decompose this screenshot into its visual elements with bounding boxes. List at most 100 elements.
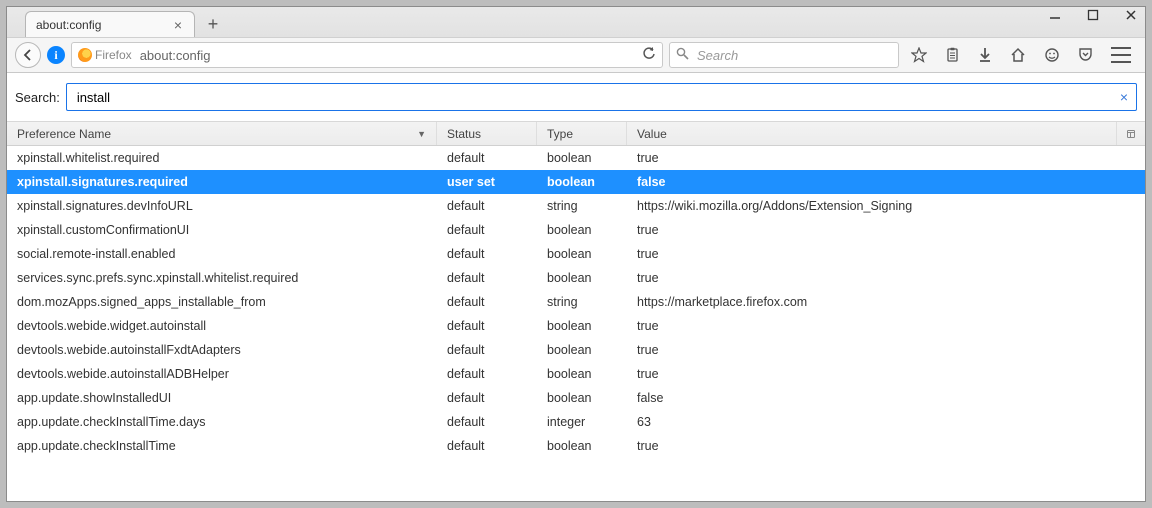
title-bar: about:config × +	[7, 7, 1145, 37]
cell-status: user set	[437, 175, 537, 189]
toolbar-icons	[905, 47, 1137, 63]
cell-type: boolean	[537, 175, 627, 189]
cell-type: boolean	[537, 271, 627, 285]
config-search-input[interactable]	[75, 89, 1120, 106]
config-search-field[interactable]: ×	[66, 83, 1137, 111]
table-row[interactable]: xpinstall.whitelist.requireddefaultboole…	[7, 146, 1145, 170]
col-type[interactable]: Type	[537, 122, 627, 145]
home-icon[interactable]	[1010, 47, 1026, 63]
cell-status: default	[437, 295, 537, 309]
cell-status: default	[437, 343, 537, 357]
cell-value: true	[627, 367, 1117, 381]
star-icon[interactable]	[911, 47, 927, 63]
cell-type: boolean	[537, 391, 627, 405]
close-window-icon[interactable]	[1125, 9, 1141, 21]
cell-value: https://marketplace.firefox.com	[627, 295, 1117, 309]
tab-title: about:config	[36, 18, 101, 32]
table-row[interactable]: xpinstall.customConfirmationUIdefaultboo…	[7, 218, 1145, 242]
col-preference-name[interactable]: Preference Name ▼	[7, 122, 437, 145]
new-tab-button[interactable]: +	[201, 12, 225, 36]
clipboard-icon[interactable]	[945, 47, 960, 63]
url-input[interactable]	[138, 47, 636, 64]
minimize-icon[interactable]	[1049, 9, 1065, 21]
cell-name: app.update.checkInstallTime.days	[7, 415, 437, 429]
col-status[interactable]: Status	[437, 122, 537, 145]
table-row[interactable]: services.sync.prefs.sync.xpinstall.white…	[7, 266, 1145, 290]
firefox-icon	[78, 48, 92, 62]
cell-status: default	[437, 271, 537, 285]
cell-value: 63	[627, 415, 1117, 429]
back-button[interactable]	[15, 42, 41, 68]
config-search-label: Search:	[15, 90, 60, 105]
cell-type: boolean	[537, 319, 627, 333]
table-row[interactable]: xpinstall.signatures.devInfoURLdefaultst…	[7, 194, 1145, 218]
close-tab-icon[interactable]: ×	[174, 18, 182, 32]
cell-value: https://wiki.mozilla.org/Addons/Extensio…	[627, 199, 1117, 213]
table-row[interactable]: app.update.checkInstallTimedefaultboolea…	[7, 434, 1145, 458]
about-config-content: Search: × Preference Name ▼ Status Type …	[7, 73, 1145, 501]
cell-value: true	[627, 223, 1117, 237]
search-bar[interactable]	[669, 42, 899, 68]
clear-search-icon[interactable]: ×	[1120, 89, 1128, 105]
table-row[interactable]: xpinstall.signatures.requireduser setboo…	[7, 170, 1145, 194]
menu-button[interactable]	[1111, 47, 1131, 63]
table-row[interactable]: app.update.showInstalledUIdefaultboolean…	[7, 386, 1145, 410]
nav-toolbar: i Firefox	[7, 37, 1145, 73]
brand-chip: Firefox	[78, 48, 132, 62]
table-row[interactable]: app.update.checkInstallTime.daysdefaulti…	[7, 410, 1145, 434]
table-row[interactable]: devtools.webide.autoinstallFxdtAdaptersd…	[7, 338, 1145, 362]
cell-type: boolean	[537, 367, 627, 381]
cell-value: true	[627, 151, 1117, 165]
cell-status: default	[437, 199, 537, 213]
preferences-table[interactable]: Preference Name ▼ Status Type Value xpin…	[7, 121, 1145, 501]
window-controls	[1049, 9, 1141, 21]
table-row[interactable]: devtools.webide.autoinstallADBHelperdefa…	[7, 362, 1145, 386]
reload-icon[interactable]	[642, 47, 656, 64]
smiley-icon[interactable]	[1044, 47, 1060, 63]
cell-status: default	[437, 151, 537, 165]
table-row[interactable]: devtools.webide.widget.autoinstalldefaul…	[7, 314, 1145, 338]
cell-name: social.remote-install.enabled	[7, 247, 437, 261]
cell-status: default	[437, 223, 537, 237]
cell-status: default	[437, 319, 537, 333]
cell-status: default	[437, 247, 537, 261]
pocket-icon[interactable]	[1078, 47, 1093, 63]
cell-name: devtools.webide.widget.autoinstall	[7, 319, 437, 333]
cell-type: integer	[537, 415, 627, 429]
table-row[interactable]: social.remote-install.enableddefaultbool…	[7, 242, 1145, 266]
cell-value: true	[627, 343, 1117, 357]
cell-type: boolean	[537, 223, 627, 237]
column-picker-icon[interactable]	[1117, 122, 1145, 145]
cell-status: default	[437, 391, 537, 405]
cell-value: false	[627, 175, 1117, 189]
identity-info-icon[interactable]: i	[47, 46, 65, 64]
cell-name: xpinstall.customConfirmationUI	[7, 223, 437, 237]
cell-status: default	[437, 367, 537, 381]
cell-name: xpinstall.signatures.required	[7, 175, 437, 189]
table-row[interactable]: dom.mozApps.signed_apps_installable_from…	[7, 290, 1145, 314]
cell-name: dom.mozApps.signed_apps_installable_from	[7, 295, 437, 309]
tab-about-config[interactable]: about:config ×	[25, 11, 195, 37]
config-search-row: Search: ×	[7, 73, 1145, 121]
cell-name: xpinstall.whitelist.required	[7, 151, 437, 165]
maximize-icon[interactable]	[1087, 9, 1103, 21]
search-icon	[676, 47, 689, 63]
cell-type: boolean	[537, 343, 627, 357]
cell-status: default	[437, 439, 537, 453]
cell-type: boolean	[537, 247, 627, 261]
cell-value: true	[627, 271, 1117, 285]
cell-value: false	[627, 391, 1117, 405]
cell-value: true	[627, 319, 1117, 333]
url-bar[interactable]: Firefox	[71, 42, 663, 68]
sort-indicator-icon: ▼	[417, 129, 426, 139]
cell-type: boolean	[537, 151, 627, 165]
cell-name: app.update.checkInstallTime	[7, 439, 437, 453]
cell-name: services.sync.prefs.sync.xpinstall.white…	[7, 271, 437, 285]
cell-name: devtools.webide.autoinstallADBHelper	[7, 367, 437, 381]
cell-name: devtools.webide.autoinstallFxdtAdapters	[7, 343, 437, 357]
cell-type: string	[537, 199, 627, 213]
download-icon[interactable]	[978, 47, 992, 63]
search-input[interactable]	[695, 47, 892, 64]
browser-window: about:config × + i Firefox	[6, 6, 1146, 502]
col-value[interactable]: Value	[627, 122, 1117, 145]
